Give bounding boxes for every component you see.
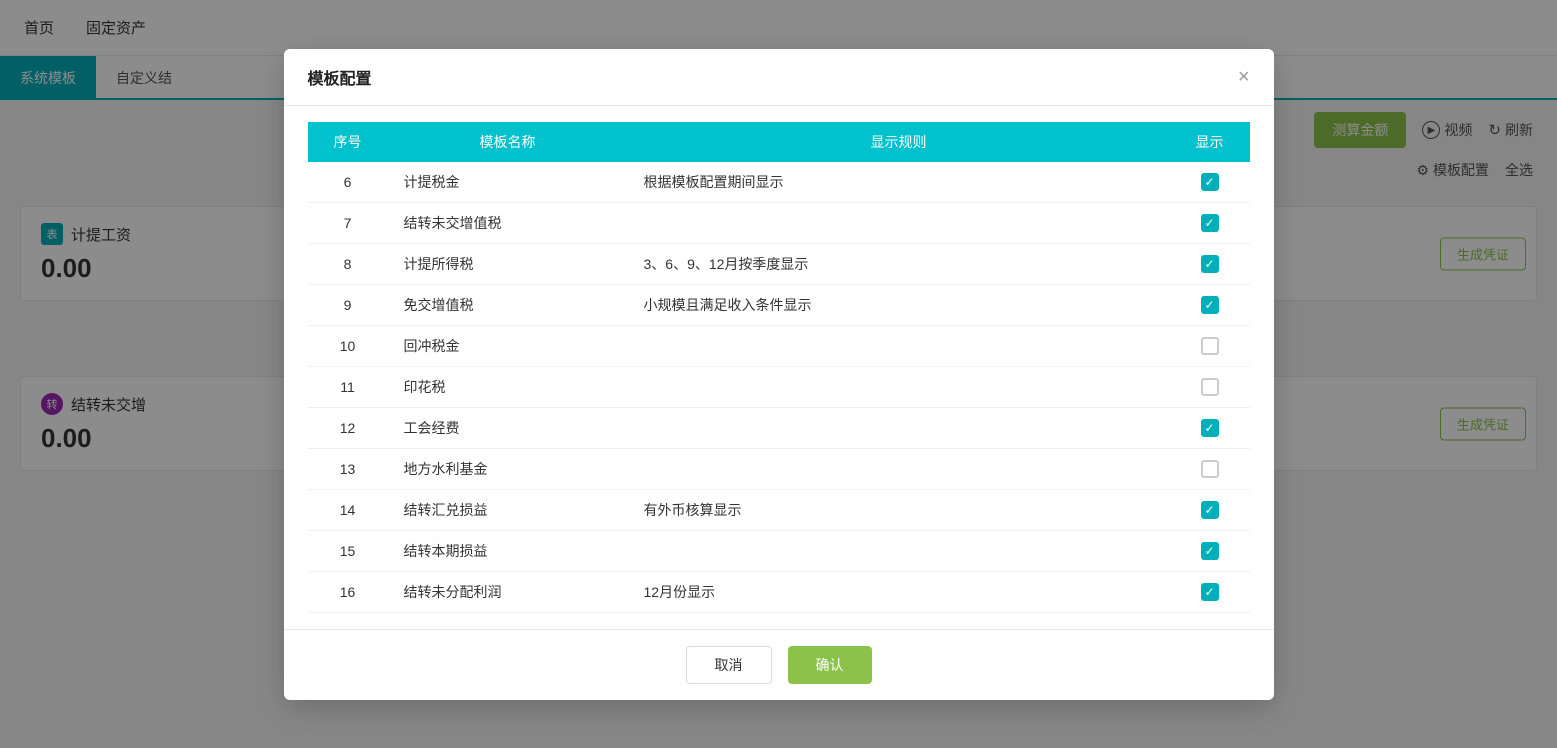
cell-rule — [628, 407, 1170, 448]
cell-seq: 10 — [308, 325, 388, 366]
table-row: 15结转本期损益 — [308, 530, 1250, 571]
cell-name: 结转汇兑损益 — [388, 489, 628, 530]
display-checkbox[interactable] — [1201, 542, 1219, 560]
cell-seq: 13 — [308, 448, 388, 489]
cell-display — [1170, 489, 1250, 530]
cell-name: 计提所得税 — [388, 243, 628, 284]
table-row: 13地方水利基金 — [308, 448, 1250, 489]
cell-display — [1170, 162, 1250, 203]
cell-display — [1170, 571, 1250, 612]
display-checkbox[interactable] — [1201, 583, 1219, 601]
display-checkbox[interactable] — [1201, 214, 1219, 232]
display-checkbox[interactable] — [1201, 378, 1219, 396]
cancel-button[interactable]: 取消 — [686, 646, 772, 684]
cell-display — [1170, 284, 1250, 325]
cell-seq: 15 — [308, 530, 388, 571]
cell-name: 计提税金 — [388, 162, 628, 203]
cell-rule: 3、6、9、12月按季度显示 — [628, 243, 1170, 284]
table-row: 16结转未分配利润12月份显示 — [308, 571, 1250, 612]
modal-overlay: 模板配置 × 序号 模板名称 显示规则 显示 6计提税金根据模板配置期间显示7结… — [0, 0, 1557, 748]
modal-title: 模板配置 — [308, 65, 372, 89]
confirm-button[interactable]: 确认 — [788, 646, 872, 684]
col-seq: 序号 — [308, 122, 388, 162]
cell-display — [1170, 366, 1250, 407]
cell-seq: 7 — [308, 202, 388, 243]
cell-seq: 8 — [308, 243, 388, 284]
modal-header: 模板配置 × — [284, 49, 1274, 106]
display-checkbox[interactable] — [1201, 255, 1219, 273]
cell-seq: 12 — [308, 407, 388, 448]
cell-rule: 根据模板配置期间显示 — [628, 162, 1170, 203]
cell-name: 结转未分配利润 — [388, 571, 628, 612]
modal-close-button[interactable]: × — [1238, 67, 1250, 87]
display-checkbox[interactable] — [1201, 501, 1219, 519]
cell-name: 结转本期损益 — [388, 530, 628, 571]
cell-name: 印花税 — [388, 366, 628, 407]
modal-template-config: 模板配置 × 序号 模板名称 显示规则 显示 6计提税金根据模板配置期间显示7结… — [284, 49, 1274, 700]
table-row: 12工会经费 — [308, 407, 1250, 448]
table-row: 6计提税金根据模板配置期间显示 — [308, 162, 1250, 203]
cell-name: 免交增值税 — [388, 284, 628, 325]
display-checkbox[interactable] — [1201, 337, 1219, 355]
table-row: 14结转汇兑损益有外币核算显示 — [308, 489, 1250, 530]
table-row: 10回冲税金 — [308, 325, 1250, 366]
cell-rule — [628, 366, 1170, 407]
display-checkbox[interactable] — [1201, 173, 1219, 191]
cell-seq: 14 — [308, 489, 388, 530]
table-row: 9免交增值税小规模且满足收入条件显示 — [308, 284, 1250, 325]
cell-name: 地方水利基金 — [388, 448, 628, 489]
cell-name: 回冲税金 — [388, 325, 628, 366]
col-display: 显示 — [1170, 122, 1250, 162]
table-row: 8计提所得税3、6、9、12月按季度显示 — [308, 243, 1250, 284]
cell-display — [1170, 407, 1250, 448]
display-checkbox[interactable] — [1201, 296, 1219, 314]
modal-body: 序号 模板名称 显示规则 显示 6计提税金根据模板配置期间显示7结转未交增值税8… — [284, 106, 1274, 629]
cell-seq: 9 — [308, 284, 388, 325]
table-row: 7结转未交增值税 — [308, 202, 1250, 243]
cell-seq: 16 — [308, 571, 388, 612]
cell-display — [1170, 530, 1250, 571]
cell-rule — [628, 202, 1170, 243]
cell-seq: 6 — [308, 162, 388, 203]
cell-seq: 11 — [308, 366, 388, 407]
cell-display — [1170, 202, 1250, 243]
cell-display — [1170, 325, 1250, 366]
cell-name: 结转未交增值税 — [388, 202, 628, 243]
col-name: 模板名称 — [388, 122, 628, 162]
cell-rule: 12月份显示 — [628, 571, 1170, 612]
cell-display — [1170, 448, 1250, 489]
cell-rule — [628, 325, 1170, 366]
display-checkbox[interactable] — [1201, 419, 1219, 437]
cell-rule — [628, 530, 1170, 571]
cell-rule — [628, 448, 1170, 489]
cell-rule: 小规模且满足收入条件显示 — [628, 284, 1170, 325]
cell-name: 工会经费 — [388, 407, 628, 448]
display-checkbox[interactable] — [1201, 460, 1219, 478]
col-rule: 显示规则 — [628, 122, 1170, 162]
cell-display — [1170, 243, 1250, 284]
modal-footer: 取消 确认 — [284, 629, 1274, 700]
config-table: 序号 模板名称 显示规则 显示 6计提税金根据模板配置期间显示7结转未交增值税8… — [308, 122, 1250, 613]
cell-rule: 有外币核算显示 — [628, 489, 1170, 530]
table-row: 11印花税 — [308, 366, 1250, 407]
